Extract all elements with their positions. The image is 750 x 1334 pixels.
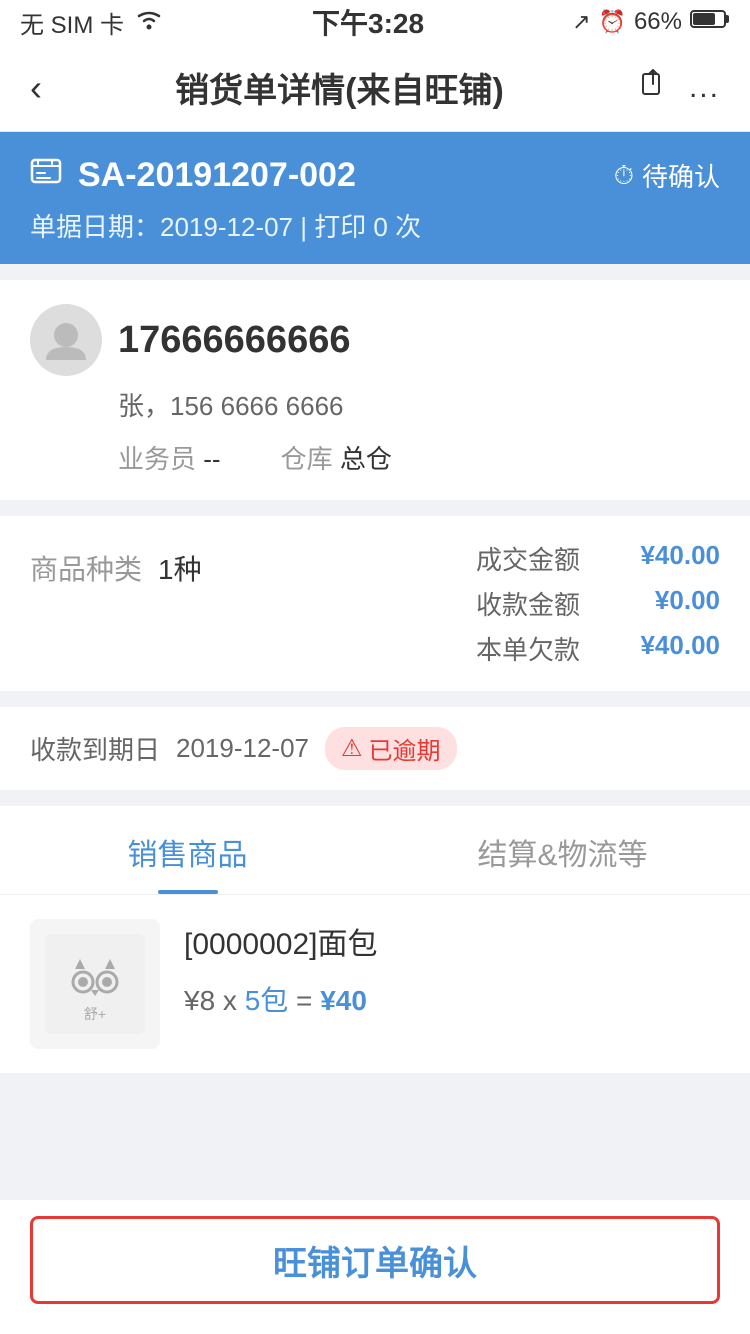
status-label: 待确认 (642, 157, 720, 194)
order-date: 单据日期：2019-12-07 | 打印 0 次 (30, 207, 720, 244)
status-right: ↗ ⏰ 66% (572, 8, 730, 36)
nav-bar: ‹ 销货单详情(来自旺铺) ... (0, 44, 750, 132)
category-label: 商品种类 (30, 548, 142, 588)
price-equals: = (288, 985, 320, 1016)
category-count: 1种 (158, 548, 202, 588)
duedate-section: 收款到期日 2019-12-07 ⚠ 已逾期 (0, 707, 750, 790)
battery-label: 66% (634, 8, 682, 36)
customer-meta: 业务员 -- 仓库 总仓 (30, 439, 720, 476)
warehouse-value: 总仓 (340, 444, 392, 474)
order-header: SA-20191207-002 ⏱ 待确认 单据日期：2019-12-07 | … (0, 132, 750, 264)
stats-section: 商品种类 1种 成交金额 ¥40.00 收款金额 ¥0.00 本单欠款 ¥40.… (0, 516, 750, 691)
carrier-label: 无 SIM 卡 (20, 5, 124, 40)
amount-value: ¥40.00 (600, 540, 720, 577)
payment-value: ¥0.00 (600, 585, 720, 622)
product-name: [0000002]面包 (184, 919, 720, 963)
order-icon (30, 156, 66, 195)
overdue-badge: ⚠ 已逾期 (325, 727, 457, 770)
customer-phone: 17666666666 (118, 319, 350, 362)
tabs-section: 销售商品 结算&物流等 舒+ (0, 806, 750, 1073)
order-id-text: SA-20191207-002 (78, 156, 356, 195)
tabs-header: 销售商品 结算&物流等 (0, 806, 750, 895)
customer-name: 张，156 6666 6666 (30, 386, 720, 423)
product-info: [0000002]面包 ¥8 x 5包 = ¥40 (184, 919, 720, 1019)
debt-row: 本单欠款 ¥40.00 (476, 630, 720, 667)
price-qty: 5包 (245, 985, 289, 1016)
duedate-label: 收款到期日 (30, 730, 160, 767)
tab-settlement-label: 结算&物流等 (477, 839, 647, 872)
more-icon[interactable]: ... (689, 71, 720, 105)
wifi-icon (134, 8, 164, 37)
status-time: 下午3:28 (312, 2, 424, 42)
nav-icons: ... (637, 68, 720, 108)
back-button[interactable]: ‹ (30, 67, 42, 109)
alarm-icon: ⏰ (599, 9, 626, 35)
warning-icon: ⚠ (341, 734, 363, 763)
product-card: 舒+ [0000002]面包 ¥8 x 5包 = ¥40 (0, 895, 750, 1073)
status-bar: 无 SIM 卡 下午3:28 ↗ ⏰ 66% (0, 0, 750, 44)
battery-icon (690, 8, 730, 36)
tab-products-label: 销售商品 (128, 839, 248, 872)
debt-value: ¥40.00 (600, 630, 720, 667)
amount-row: 成交金额 ¥40.00 (476, 540, 720, 577)
warehouse-info: 仓库 总仓 (281, 439, 392, 476)
category-info: 商品种类 1种 (30, 540, 202, 588)
avatar (30, 304, 102, 376)
debt-label: 本单欠款 (476, 630, 580, 667)
svg-text:舒+: 舒+ (84, 1006, 106, 1022)
salesperson-info: 业务员 -- (118, 439, 221, 476)
confirm-label: 旺铺订单确认 (273, 1236, 477, 1285)
warehouse-label: 仓库 (281, 444, 333, 474)
confirm-button[interactable]: 旺铺订单确认 (30, 1216, 720, 1304)
product-image: 舒+ (30, 919, 160, 1049)
payment-row: 收款金额 ¥0.00 (476, 585, 720, 622)
share-icon[interactable] (637, 68, 669, 108)
stats-row: 商品种类 1种 成交金额 ¥40.00 收款金额 ¥0.00 本单欠款 ¥40.… (30, 540, 720, 667)
price-total: ¥40 (320, 985, 367, 1016)
tab-settlement[interactable]: 结算&物流等 (375, 806, 750, 894)
order-status: ⏱ 待确认 (614, 157, 720, 194)
page-title: 销货单详情(来自旺铺) (175, 63, 504, 112)
duedate-value: 2019-12-07 (176, 733, 309, 764)
order-id-container: SA-20191207-002 (30, 156, 356, 195)
customer-section: 17666666666 张，156 6666 6666 业务员 -- 仓库 总仓 (0, 280, 750, 500)
price-text: ¥8 x (184, 985, 245, 1016)
location-icon: ↗ (572, 9, 590, 35)
tab-products[interactable]: 销售商品 (0, 806, 375, 894)
overdue-label: 已逾期 (369, 731, 441, 766)
amount-label: 成交金额 (476, 540, 580, 577)
salesperson-value: -- (203, 444, 220, 474)
product-price: ¥8 x 5包 = ¥40 (184, 979, 720, 1019)
status-left: 无 SIM 卡 (20, 5, 164, 40)
bottom-bar: 旺铺订单确认 (0, 1200, 750, 1334)
clock-icon: ⏱ (614, 160, 634, 192)
customer-header: 17666666666 (30, 304, 720, 376)
amounts-section: 成交金额 ¥40.00 收款金额 ¥0.00 本单欠款 ¥40.00 (476, 540, 720, 667)
salesperson-label: 业务员 (118, 444, 196, 474)
payment-label: 收款金额 (476, 585, 580, 622)
